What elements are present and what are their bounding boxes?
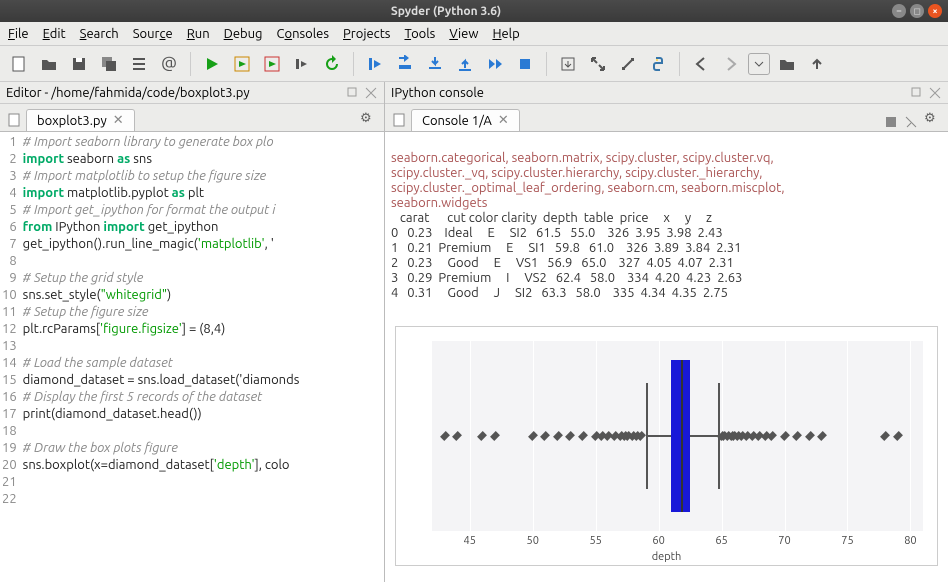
toolbar-separator <box>546 52 547 76</box>
editor-pane-title: Editor - /home/fahmida/code/boxplot3.py <box>6 86 250 100</box>
python-path-button[interactable] <box>645 51 671 77</box>
editor-tab-label: boxplot3.py <box>37 114 107 128</box>
import-data-button[interactable] <box>555 51 581 77</box>
toolbar-separator <box>353 52 354 76</box>
menu-help[interactable]: Help <box>492 27 519 41</box>
close-pane-icon[interactable] <box>364 86 378 100</box>
toolbar: @ <box>0 46 948 82</box>
console-tab-bar: Console 1/A ✕ ⚙ <box>385 104 948 132</box>
editor-pane-title-bar: Editor - /home/fahmida/code/boxplot3.py <box>0 82 384 104</box>
console-pane-title-bar: IPython console <box>385 82 948 104</box>
save-button[interactable] <box>66 51 92 77</box>
rerun-button[interactable] <box>319 51 345 77</box>
close-pane-icon[interactable] <box>928 86 942 100</box>
code-editor[interactable]: 1 2 3 4 5 6 7 8 9 10 11 12 13 14 15 16 1… <box>0 132 384 582</box>
run-cell-button[interactable] <box>229 51 255 77</box>
boxplot-figure: 4550556065707580 depth <box>395 326 938 566</box>
browse-cwd-button[interactable] <box>774 51 800 77</box>
save-all-button[interactable] <box>96 51 122 77</box>
close-tab-icon[interactable]: ✕ <box>498 113 509 128</box>
ipython-console[interactable]: seaborn.categorical, seaborn.matrix, sci… <box>385 132 948 582</box>
run-cell-advance-button[interactable] <box>259 51 285 77</box>
menu-search[interactable]: Search <box>80 27 119 41</box>
menu-edit[interactable]: Edit <box>43 27 66 41</box>
menu-bar: File Edit Search Source Run Debug Consol… <box>0 22 948 46</box>
console-switcher-icon[interactable] <box>389 109 411 131</box>
debug-stop-button[interactable] <box>512 51 538 77</box>
editor-pane: Editor - /home/fahmida/code/boxplot3.py … <box>0 82 385 582</box>
console-pane: IPython console Console 1/A ✕ ⚙ seaborn.… <box>385 82 948 582</box>
debug-continue-button[interactable] <box>482 51 508 77</box>
maximize-pane-button[interactable] <box>585 51 611 77</box>
main-split: Editor - /home/fahmida/code/boxplot3.py … <box>0 82 948 582</box>
x-axis-label: depth <box>652 551 682 563</box>
toolbar-separator <box>190 52 191 76</box>
stop-console-icon[interactable] <box>884 115 900 131</box>
back-button[interactable] <box>688 51 714 77</box>
run-button[interactable] <box>199 51 225 77</box>
file-switcher-icon[interactable] <box>4 109 26 131</box>
editor-tab[interactable]: boxplot3.py ✕ <box>26 109 135 131</box>
editor-options-icon[interactable]: ⚙ <box>360 111 380 131</box>
list-icon[interactable] <box>126 51 152 77</box>
menu-projects[interactable]: Projects <box>343 27 390 41</box>
open-file-button[interactable] <box>36 51 62 77</box>
run-selection-button[interactable] <box>289 51 315 77</box>
menu-source[interactable]: Source <box>133 27 173 41</box>
menu-file[interactable]: File <box>8 27 29 41</box>
line-number-gutter: 1 2 3 4 5 6 7 8 9 10 11 12 13 14 15 16 1… <box>0 132 23 582</box>
debug-step-button[interactable] <box>392 51 418 77</box>
console-pane-title: IPython console <box>391 86 484 100</box>
clear-console-icon[interactable] <box>904 115 920 131</box>
menu-run[interactable]: Run <box>187 27 210 41</box>
new-file-button[interactable] <box>6 51 32 77</box>
forward-button[interactable] <box>718 51 744 77</box>
debug-step-into-button[interactable] <box>422 51 448 77</box>
menu-debug[interactable]: Debug <box>224 27 263 41</box>
window-close-button[interactable]: × <box>928 4 942 18</box>
close-tab-icon[interactable]: ✕ <box>113 113 124 128</box>
cwd-dropdown[interactable] <box>748 53 770 75</box>
console-options-icon[interactable]: ⚙ <box>924 111 944 131</box>
toolbar-separator <box>679 52 680 76</box>
menu-consoles[interactable]: Consoles <box>277 27 329 41</box>
restore-icon[interactable] <box>910 86 924 100</box>
console-modules-output: seaborn.categorical, seaborn.matrix, sci… <box>391 151 785 210</box>
at-icon[interactable]: @ <box>156 51 182 77</box>
x-tick-labels: 4550556065707580 <box>432 535 923 549</box>
menu-view[interactable]: View <box>449 27 478 41</box>
window-minimize-button[interactable]: – <box>892 4 906 18</box>
plot-axes <box>432 341 923 531</box>
window-title: Spyder (Python 3.6) <box>0 5 892 18</box>
preferences-button[interactable] <box>615 51 641 77</box>
console-tab-label: Console 1/A <box>422 114 492 128</box>
console-tab[interactable]: Console 1/A ✕ <box>411 109 520 131</box>
code-area[interactable]: # Import seaborn library to generate box… <box>23 132 300 582</box>
debug-run-button[interactable] <box>362 51 388 77</box>
parent-dir-button[interactable] <box>804 51 830 77</box>
editor-tab-bar: boxplot3.py ✕ ⚙ <box>0 104 384 132</box>
debug-step-out-button[interactable] <box>452 51 478 77</box>
window-maximize-button[interactable]: ◻ <box>910 4 924 18</box>
console-dataframe-output: carat cut color clarity depth table pric… <box>391 211 742 300</box>
window-titlebar: Spyder (Python 3.6) – ◻ × <box>0 0 948 22</box>
menu-tools[interactable]: Tools <box>404 27 435 41</box>
restore-icon[interactable] <box>346 86 360 100</box>
